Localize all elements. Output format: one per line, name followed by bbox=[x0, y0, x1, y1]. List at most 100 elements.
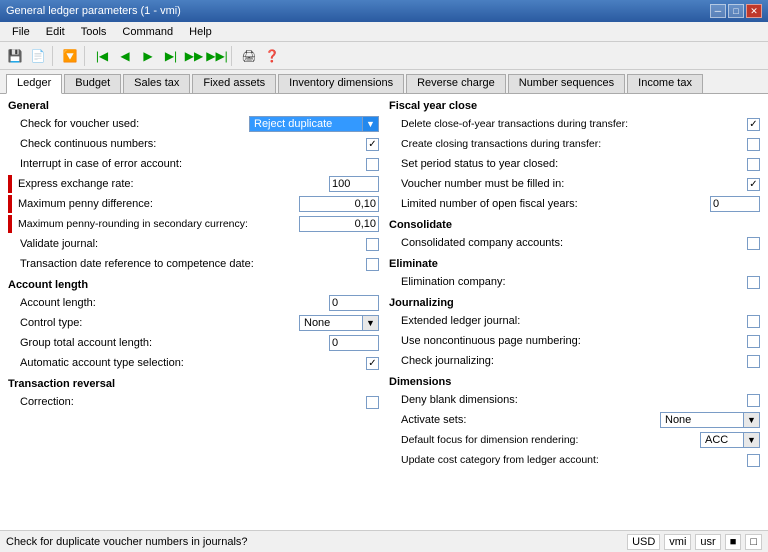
delete-close-control bbox=[747, 118, 760, 131]
toolbar-nav-next[interactable]: ▶ bbox=[137, 45, 159, 67]
main-content: General Check for voucher used: Reject d… bbox=[0, 94, 768, 530]
elimination-company-control bbox=[747, 276, 760, 289]
correction-checkbox[interactable] bbox=[366, 396, 379, 409]
tab-inventory-dimensions[interactable]: Inventory dimensions bbox=[278, 74, 404, 93]
check-voucher-select[interactable]: Reject duplicate ▼ bbox=[249, 116, 379, 132]
limited-fiscal-label: Limited number of open fiscal years: bbox=[401, 198, 710, 210]
transaction-date-row: Transaction date reference to competence… bbox=[8, 255, 379, 273]
set-period-control bbox=[747, 158, 760, 171]
toolbar-help[interactable]: ❓ bbox=[261, 45, 283, 67]
default-focus-row: Default focus for dimension rendering: A… bbox=[389, 431, 760, 449]
account-length-control bbox=[329, 295, 379, 311]
transaction-date-checkbox[interactable] bbox=[366, 258, 379, 271]
voucher-fill-checkbox[interactable] bbox=[747, 178, 760, 191]
elimination-company-checkbox[interactable] bbox=[747, 276, 760, 289]
check-voucher-row: Check for voucher used: Reject duplicate… bbox=[8, 115, 379, 133]
toolbar-save[interactable]: 💾 bbox=[4, 45, 26, 67]
express-exchange-label: Express exchange rate: bbox=[18, 178, 329, 190]
validate-journal-checkbox[interactable] bbox=[366, 238, 379, 251]
elimination-company-row: Elimination company: bbox=[389, 273, 760, 291]
tab-fixed-assets[interactable]: Fixed assets bbox=[192, 74, 276, 93]
group-total-row: Group total account length: bbox=[8, 334, 379, 352]
express-exchange-row: Express exchange rate: bbox=[8, 175, 379, 193]
noncontinuous-page-checkbox[interactable] bbox=[747, 335, 760, 348]
check-journalizing-checkbox[interactable] bbox=[747, 355, 760, 368]
deny-blank-row: Deny blank dimensions: bbox=[389, 391, 760, 409]
status-bar-text: Check for duplicate voucher numbers in j… bbox=[6, 536, 248, 548]
maximize-button[interactable]: □ bbox=[728, 4, 744, 18]
minimize-button[interactable]: ─ bbox=[710, 4, 726, 18]
title-bar-buttons: ─ □ ✕ bbox=[710, 4, 762, 18]
toolbar-sep1 bbox=[52, 46, 56, 66]
delete-close-checkbox[interactable] bbox=[747, 118, 760, 131]
check-voucher-arrow[interactable]: ▼ bbox=[362, 117, 378, 131]
menu-file[interactable]: File bbox=[4, 25, 38, 39]
consolidated-accounts-control bbox=[747, 237, 760, 250]
group-total-label: Group total account length: bbox=[20, 337, 329, 349]
voucher-fill-control bbox=[747, 178, 760, 191]
activate-sets-control: None ▼ bbox=[660, 412, 760, 428]
tab-budget[interactable]: Budget bbox=[64, 74, 121, 93]
extended-ledger-checkbox[interactable] bbox=[747, 315, 760, 328]
menu-help[interactable]: Help bbox=[181, 25, 220, 39]
create-closing-label: Create closing transactions during trans… bbox=[401, 138, 747, 150]
account-length-input[interactable] bbox=[329, 295, 379, 311]
control-type-row: Control type: None ▼ bbox=[8, 314, 379, 332]
check-voucher-label: Check for voucher used: bbox=[20, 118, 249, 130]
max-penny-round-input[interactable] bbox=[299, 216, 379, 232]
group-total-control bbox=[329, 335, 379, 351]
dimensions-section: Dimensions Deny blank dimensions: Activa… bbox=[389, 376, 760, 469]
create-closing-checkbox[interactable] bbox=[747, 138, 760, 151]
voucher-fill-label: Voucher number must be filled in: bbox=[401, 178, 747, 190]
control-type-select[interactable]: None ▼ bbox=[299, 315, 379, 331]
activate-sets-arrow[interactable]: ▼ bbox=[743, 413, 759, 427]
default-focus-select[interactable]: ACC ▼ bbox=[700, 432, 760, 448]
toolbar-nav-extra1[interactable]: ▶▶ bbox=[183, 45, 205, 67]
interrupt-error-checkbox[interactable] bbox=[366, 158, 379, 171]
activate-sets-select[interactable]: None ▼ bbox=[660, 412, 760, 428]
tab-income-tax[interactable]: Income tax bbox=[627, 74, 703, 93]
title-bar: General ledger parameters (1 - vmi) ─ □ … bbox=[0, 0, 768, 22]
check-journalizing-label: Check journalizing: bbox=[401, 355, 747, 367]
toolbar-nav-last[interactable]: ▶| bbox=[160, 45, 182, 67]
check-continuous-row: Check continuous numbers: bbox=[8, 135, 379, 153]
check-continuous-checkbox[interactable] bbox=[366, 138, 379, 151]
toolbar-nav-prev[interactable]: ◀ bbox=[114, 45, 136, 67]
account-length-label: Account length: bbox=[20, 297, 329, 309]
tab-sales-tax[interactable]: Sales tax bbox=[123, 74, 190, 93]
menu-command[interactable]: Command bbox=[114, 25, 181, 39]
extended-ledger-label: Extended ledger journal: bbox=[401, 315, 747, 327]
tab-reverse-charge[interactable]: Reverse charge bbox=[406, 74, 506, 93]
transaction-reversal-title: Transaction reversal bbox=[8, 378, 379, 390]
express-exchange-input[interactable] bbox=[329, 176, 379, 192]
consolidated-accounts-checkbox[interactable] bbox=[747, 237, 760, 250]
toolbar-nav-extra2[interactable]: ▶▶| bbox=[206, 45, 228, 67]
deny-blank-checkbox[interactable] bbox=[747, 394, 760, 407]
toolbar-sep2 bbox=[84, 46, 88, 66]
set-period-checkbox[interactable] bbox=[747, 158, 760, 171]
menu-tools[interactable]: Tools bbox=[73, 25, 115, 39]
toolbar: 💾 📄 🔽 |◀ ◀ ▶ ▶| ▶▶ ▶▶| 🖨 ❓ bbox=[0, 42, 768, 70]
control-type-arrow[interactable]: ▼ bbox=[362, 316, 378, 330]
tab-ledger[interactable]: Ledger bbox=[6, 74, 62, 94]
group-total-input[interactable] bbox=[329, 335, 379, 351]
check-continuous-control bbox=[366, 138, 379, 151]
limited-fiscal-input[interactable] bbox=[710, 196, 760, 212]
toolbar-nav-first[interactable]: |◀ bbox=[91, 45, 113, 67]
max-penny-round-label: Maximum penny-rounding in secondary curr… bbox=[18, 218, 299, 230]
toolbar-new[interactable]: 📄 bbox=[27, 45, 49, 67]
journalizing-section: Journalizing Extended ledger journal: Us… bbox=[389, 297, 760, 370]
update-cost-row: Update cost category from ledger account… bbox=[389, 451, 760, 469]
auto-account-type-checkbox[interactable] bbox=[366, 357, 379, 370]
toolbar-print[interactable]: 🖨 bbox=[238, 45, 260, 67]
default-focus-arrow[interactable]: ▼ bbox=[743, 433, 759, 447]
update-cost-checkbox[interactable] bbox=[747, 454, 760, 467]
limited-fiscal-control bbox=[710, 196, 760, 212]
close-button[interactable]: ✕ bbox=[746, 4, 762, 18]
max-penny-diff-input[interactable] bbox=[299, 196, 379, 212]
voucher-fill-row: Voucher number must be filled in: bbox=[389, 175, 760, 193]
journalizing-title: Journalizing bbox=[389, 297, 760, 309]
tab-number-sequences[interactable]: Number sequences bbox=[508, 74, 625, 93]
toolbar-filter[interactable]: 🔽 bbox=[59, 45, 81, 67]
menu-edit[interactable]: Edit bbox=[38, 25, 73, 39]
